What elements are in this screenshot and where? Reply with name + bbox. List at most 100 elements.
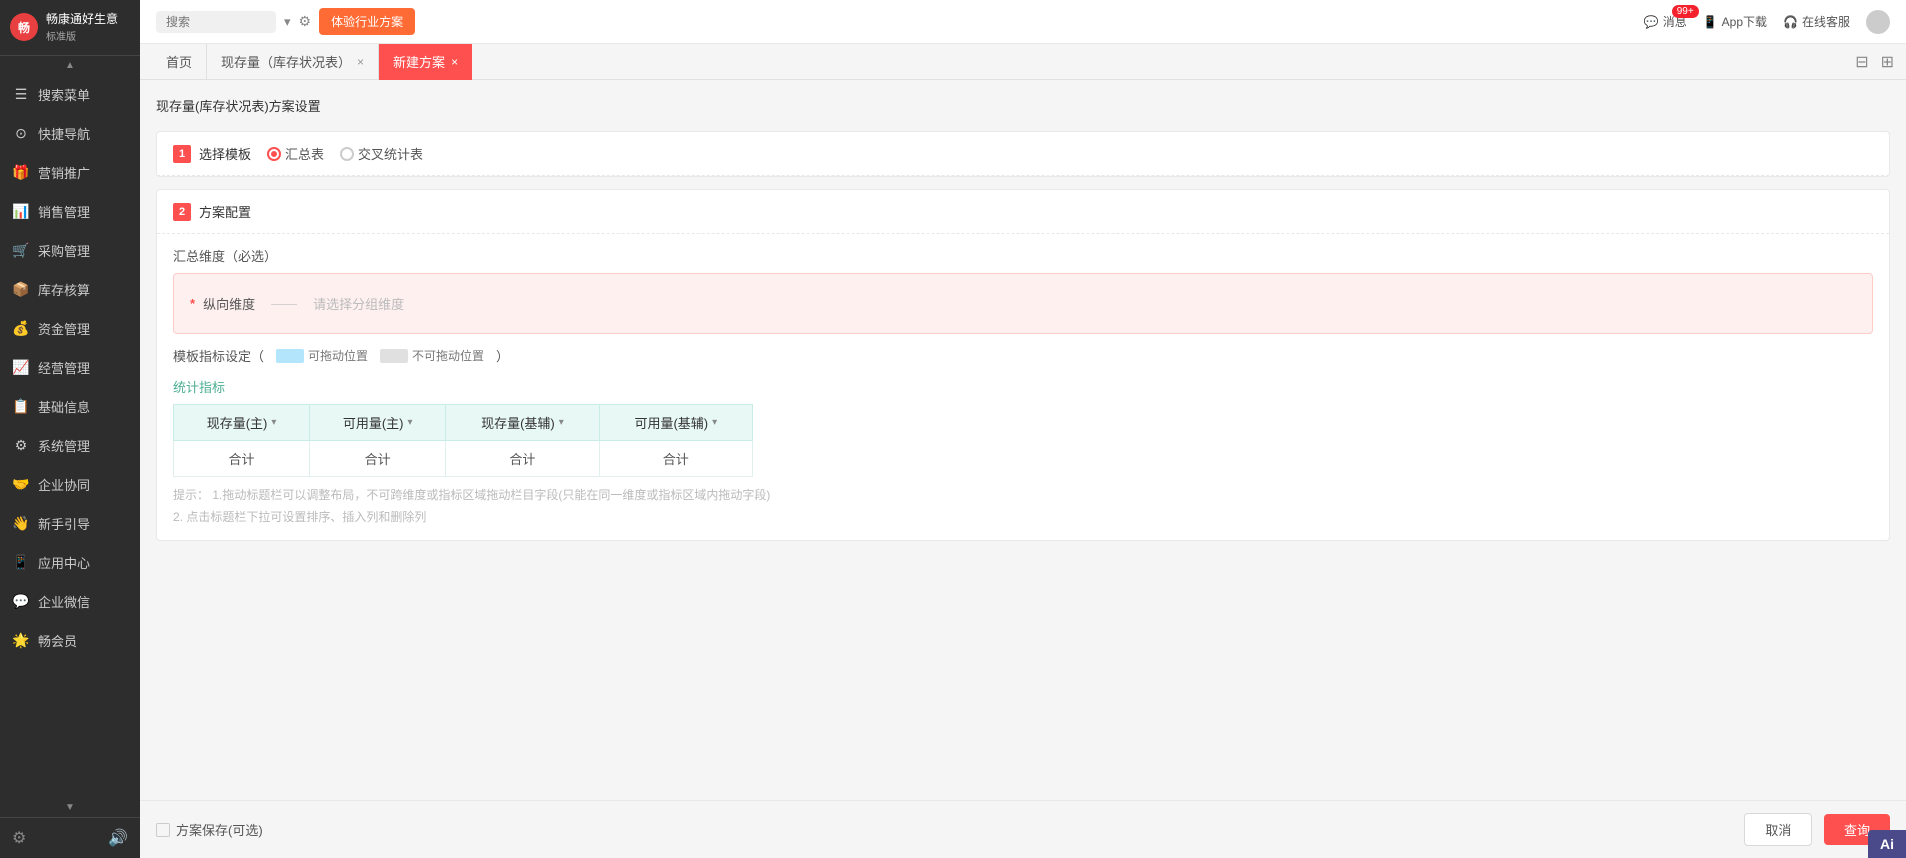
- vertical-dim-placeholder: 请选择分组维度: [313, 294, 404, 313]
- sidebar-item-member[interactable]: 🌟 畅会员: [0, 621, 140, 660]
- sidebar-item-system[interactable]: ⚙ 系统管理: [0, 426, 140, 465]
- radio-summary-table[interactable]: 汇总表: [267, 144, 324, 163]
- stats-title: 统计指标: [173, 377, 1873, 396]
- sidebar-scroll-up[interactable]: ▲: [0, 56, 140, 75]
- col-header-2[interactable]: 现存量(基辅) ▾: [446, 405, 599, 441]
- wechat-icon: 💬: [12, 593, 30, 610]
- sidebar-item-inventory[interactable]: 📦 库存核算: [0, 270, 140, 309]
- sidebar-item-label: 销售管理: [38, 202, 90, 221]
- industry-btn[interactable]: 体验行业方案: [319, 8, 415, 35]
- message-icon: 💬: [1644, 15, 1659, 29]
- page-title: 现存量(库存状况表)方案设置: [156, 96, 1890, 115]
- sidebar-item-label: 经营管理: [38, 358, 90, 377]
- col-chevron-3[interactable]: ▾: [712, 417, 717, 428]
- sidebar-item-label: 企业协同: [38, 475, 90, 494]
- cell-3: 合计: [599, 441, 752, 477]
- tab-home-label: 首页: [166, 52, 192, 71]
- tab-new-plan[interactable]: 新建方案 ×: [379, 44, 472, 80]
- app-center-icon: 📱: [12, 554, 30, 571]
- app-download-link[interactable]: 📱 App下载: [1703, 13, 1767, 30]
- vertical-dim-label: 纵向维度: [203, 294, 255, 313]
- finance-icon: 💰: [12, 320, 30, 337]
- sidebar-item-label: 库存核算: [38, 280, 90, 299]
- save-label: 方案保存(可选): [176, 820, 263, 839]
- step1-card: 1 选择模板 汇总表 交叉统计表: [156, 131, 1890, 177]
- sidebar-item-label: 搜索菜单: [38, 85, 90, 104]
- topbar-gear-icon[interactable]: ⚙: [299, 13, 312, 30]
- sidebar-nav: ☰ 搜索菜单 ⊙ 快捷导航 🎁 营销推广 📊 销售管理 🛒 采购管理 📦 库存核…: [0, 75, 140, 798]
- sidebar-item-quicknav[interactable]: ⊙ 快捷导航: [0, 114, 140, 153]
- search-input[interactable]: [156, 11, 276, 33]
- no-drag-indicator: 不可拖动位置: [380, 347, 484, 364]
- sidebar-item-label: 快捷导航: [38, 124, 90, 143]
- settings-icon[interactable]: ⚙: [12, 828, 26, 848]
- main-area: ▾ ⚙ 体验行业方案 💬 消息 99+ 📱 App下载 🎧 在线客服: [140, 0, 1906, 858]
- tab-inventory-status[interactable]: 现存量（库存状况表） ×: [207, 44, 379, 80]
- marketing-icon: 🎁: [12, 164, 30, 181]
- template-radio-group: 汇总表 交叉统计表: [267, 144, 423, 163]
- sidebar-item-purchase[interactable]: 🛒 采购管理: [0, 231, 140, 270]
- sidebar-item-label: 新手引导: [38, 514, 90, 533]
- field-separator: ——: [271, 296, 297, 311]
- sound-icon[interactable]: 🔊: [108, 828, 128, 848]
- stats-table: 现存量(主) ▾ 可用量(主) ▾: [173, 404, 753, 477]
- online-service-link[interactable]: 🎧 在线客服: [1783, 13, 1850, 30]
- stats-header-row: 现存量(主) ▾ 可用量(主) ▾: [174, 405, 753, 441]
- system-icon: ⚙: [12, 437, 30, 454]
- step2-num: 2: [173, 203, 191, 221]
- vertical-dim-field[interactable]: * 纵向维度 —— 请选择分组维度: [173, 273, 1873, 334]
- ai-badge[interactable]: Ai: [1868, 830, 1906, 858]
- cell-1: 合计: [310, 441, 446, 477]
- col-header-0[interactable]: 现存量(主) ▾: [174, 405, 310, 441]
- sidebar-item-finance[interactable]: 💰 资金管理: [0, 309, 140, 348]
- col-chevron-0[interactable]: ▾: [271, 417, 276, 428]
- tab-home[interactable]: 首页: [152, 44, 207, 80]
- col-header-3[interactable]: 可用量(基辅) ▾: [599, 405, 752, 441]
- search-menu-icon: ☰: [12, 86, 30, 103]
- step1-num: 1: [173, 145, 191, 163]
- radio-cross-dot: [340, 147, 354, 161]
- cancel-button[interactable]: 取消: [1744, 813, 1812, 846]
- sidebar-item-label: 畅会员: [38, 631, 77, 650]
- save-checkbox[interactable]: [156, 823, 170, 837]
- tips-section: 提示： 1.拖动标题栏可以调整布局，不可跨维度或指标区域拖动栏目字段(只能在同一…: [173, 485, 1873, 528]
- sidebar-item-enterprise[interactable]: 🤝 企业协同: [0, 465, 140, 504]
- messages-badge[interactable]: 💬 消息 99+: [1644, 13, 1687, 30]
- guide-icon: 👋: [12, 515, 30, 532]
- sidebar: 畅 畅康通好生意 标准版 ▲ ☰ 搜索菜单 ⊙ 快捷导航 🎁 营销推广 📊 销售…: [0, 0, 140, 858]
- sidebar-item-label: 应用中心: [38, 553, 90, 572]
- sidebar-item-management[interactable]: 📈 经营管理: [0, 348, 140, 387]
- app-name: 畅康通好生意: [46, 12, 118, 28]
- tip-2: 2. 点击标题栏下拉可设置排序、插入列和删除列: [173, 507, 1873, 529]
- radio-cross-table[interactable]: 交叉统计表: [340, 144, 423, 163]
- tab-new-close-icon[interactable]: ×: [451, 55, 458, 69]
- tab-expand-icon[interactable]: ⊞: [1877, 50, 1898, 74]
- sidebar-item-sales[interactable]: 📊 销售管理: [0, 192, 140, 231]
- step2-card: 2 方案配置 汇总维度（必选） * 纵向维度 —— 请选择分组维度 模板指标设定…: [156, 189, 1890, 541]
- sidebar-item-guide[interactable]: 👋 新手引导: [0, 504, 140, 543]
- drag-badge: [276, 349, 304, 363]
- sidebar-scroll-down[interactable]: ▼: [0, 798, 140, 817]
- sidebar-item-search[interactable]: ☰ 搜索菜单: [0, 75, 140, 114]
- purchase-icon: 🛒: [12, 242, 30, 259]
- drag-label: 可拖动位置: [308, 347, 368, 364]
- stats-body-row: 合计 合计 合计 合计: [174, 441, 753, 477]
- col-chevron-1[interactable]: ▾: [408, 417, 413, 428]
- inventory-icon: 📦: [12, 281, 30, 298]
- col-chevron-2[interactable]: ▾: [559, 417, 564, 428]
- sidebar-item-marketing[interactable]: 🎁 营销推广: [0, 153, 140, 192]
- tab-new-plan-label: 新建方案: [393, 52, 445, 71]
- user-menu[interactable]: [1866, 10, 1890, 34]
- sidebar-item-wechat[interactable]: 💬 企业微信: [0, 582, 140, 621]
- col-header-1[interactable]: 可用量(主) ▾: [310, 405, 446, 441]
- indicator-row: 模板指标设定（ 可拖动位置 不可拖动位置 ）: [173, 346, 1873, 365]
- quicknav-icon: ⊙: [12, 125, 30, 142]
- topbar-dropdown-icon[interactable]: ▾: [284, 14, 291, 30]
- tab-inventory-close-icon[interactable]: ×: [357, 55, 364, 69]
- sidebar-item-label: 资金管理: [38, 319, 90, 338]
- sidebar-item-basic-info[interactable]: 📋 基础信息: [0, 387, 140, 426]
- management-icon: 📈: [12, 359, 30, 376]
- tab-minimize-icon[interactable]: ⊟: [1851, 50, 1872, 74]
- sidebar-item-app[interactable]: 📱 应用中心: [0, 543, 140, 582]
- col-label-1: 可用量(主): [343, 413, 404, 432]
